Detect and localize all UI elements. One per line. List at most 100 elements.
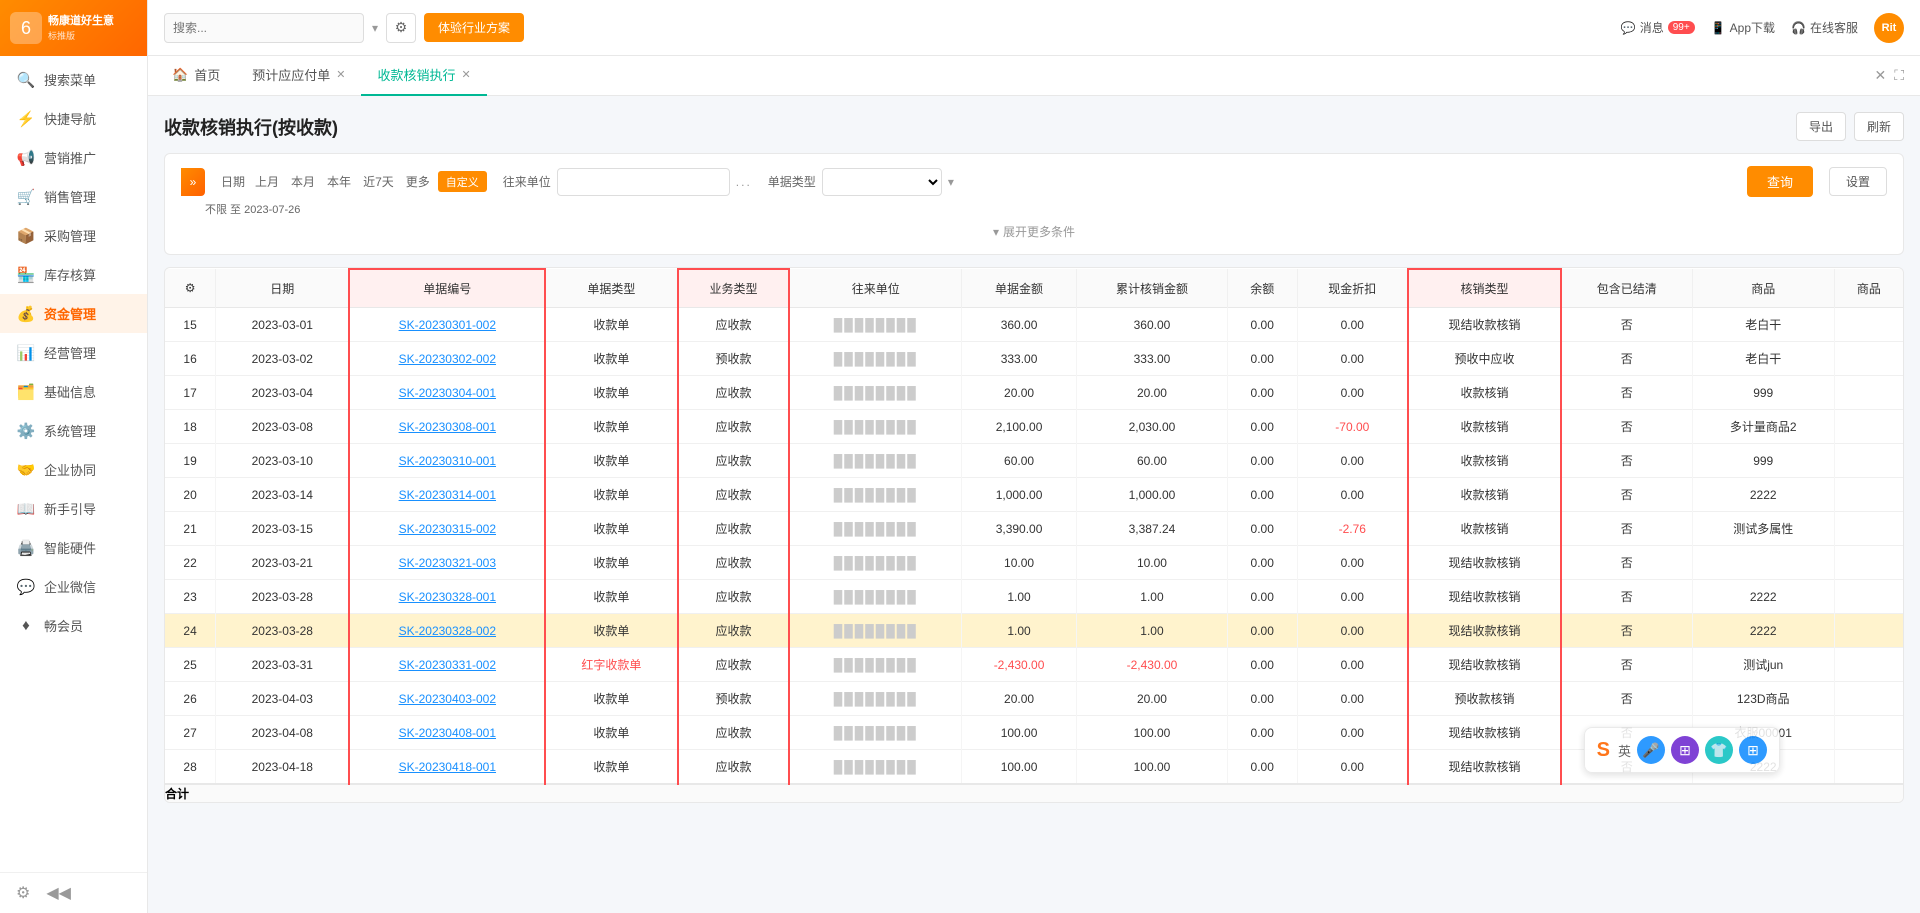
cell-include-settled: 否 xyxy=(1561,342,1692,376)
date-link-more[interactable]: 更多 xyxy=(402,171,434,192)
doc-no-link[interactable]: SK-20230328-002 xyxy=(399,624,496,638)
cell-doc-type: 收款单 xyxy=(545,546,677,580)
cell-amount: 20.00 xyxy=(962,376,1077,410)
query-button[interactable]: 查询 xyxy=(1747,166,1813,197)
sidebar-item-corp[interactable]: 🤝 企业协同 xyxy=(0,450,147,489)
cell-cancel-amount: 10.00 xyxy=(1076,546,1227,580)
cell-cash-discount: 0.00 xyxy=(1297,546,1408,580)
cell-amount: 1,000.00 xyxy=(962,478,1077,512)
date-link-7days[interactable]: 近7天 xyxy=(359,171,398,192)
sidebar-item-sales[interactable]: 🛒 销售管理 xyxy=(0,177,147,216)
setting-button[interactable]: 设置 xyxy=(1829,167,1887,196)
doc-no-link[interactable]: SK-20230315-002 xyxy=(399,522,496,536)
doc-no-link[interactable]: SK-20230310-001 xyxy=(399,454,496,468)
online-service-button[interactable]: 🎧 在线客服 xyxy=(1791,19,1858,36)
topbar-gear-button[interactable]: ⚙ xyxy=(386,13,416,43)
col-include-settled[interactable]: 包含已结清 xyxy=(1561,269,1692,308)
sidebar-item-operation[interactable]: 📊 经营管理 xyxy=(0,333,147,372)
tab-close-pending[interactable]: ✕ xyxy=(336,68,345,81)
sidebar-item-system[interactable]: ⚙️ 系统管理 xyxy=(0,411,147,450)
col-goods2[interactable]: 商品 xyxy=(1834,269,1903,308)
date-custom-button[interactable]: 自定义 xyxy=(438,171,487,192)
col-doc-no[interactable]: 单据编号 xyxy=(349,269,545,308)
topbar-search-input[interactable] xyxy=(164,13,364,43)
date-link-this-month[interactable]: 本月 xyxy=(287,171,319,192)
doc-no-link[interactable]: SK-20230331-002 xyxy=(399,658,496,672)
doctype-filter-select[interactable] xyxy=(822,168,942,196)
cell-doc-no: SK-20230310-001 xyxy=(349,444,545,478)
doc-no-link[interactable]: SK-20230314-001 xyxy=(399,488,496,502)
cell-seq: 19 xyxy=(165,444,216,478)
doc-no-link[interactable]: SK-20230302-002 xyxy=(399,352,496,366)
sidebar-item-finance[interactable]: 💰 资金管理 xyxy=(0,294,147,333)
tab-fullscreen-icon[interactable]: ⛶ xyxy=(1894,67,1904,84)
page-actions: 导出 刷新 xyxy=(1796,112,1904,141)
date-link-this-year[interactable]: 本年 xyxy=(323,171,355,192)
operation-icon: 📊 xyxy=(16,344,36,362)
sidebar-settings-icon[interactable]: ⚙ xyxy=(16,883,30,903)
filter-date-group: 日期 上月 本月 本年 近7天 更多 自定义 xyxy=(221,171,487,192)
partner-filter-label: 往来单位 xyxy=(503,173,551,190)
doc-no-link[interactable]: SK-20230304-001 xyxy=(399,386,496,400)
col-cancel-type[interactable]: 核销类型 xyxy=(1408,269,1561,308)
sidebar-item-quick[interactable]: ⚡ 快捷导航 xyxy=(0,99,147,138)
sidebar-item-search[interactable]: 🔍 搜索菜单 xyxy=(0,60,147,99)
sidebar-item-marketing[interactable]: 📢 营销推广 xyxy=(0,138,147,177)
sidebar-item-hardware[interactable]: 🖨️ 智能硬件 xyxy=(0,528,147,567)
sidebar-item-base[interactable]: 🗂️ 基础信息 xyxy=(0,372,147,411)
filter-toggle-button[interactable]: » xyxy=(181,168,205,196)
date-link-prev-month[interactable]: 上月 xyxy=(251,171,283,192)
doc-no-link[interactable]: SK-20230408-001 xyxy=(399,726,496,740)
doc-no-link[interactable]: SK-20230321-003 xyxy=(399,556,496,570)
doc-no-link[interactable]: SK-20230403-002 xyxy=(399,692,496,706)
tab-pending[interactable]: 预计应应付单 ✕ xyxy=(236,56,361,96)
cell-cash-discount: 0.00 xyxy=(1297,648,1408,682)
cell-partner: ████████ xyxy=(789,614,961,648)
sidebar-item-label: 采购管理 xyxy=(44,226,96,245)
cell-seq: 18 xyxy=(165,410,216,444)
doc-no-link[interactable]: SK-20230418-001 xyxy=(399,760,496,774)
tab-receivable[interactable]: 收款核销执行 ✕ xyxy=(361,56,486,96)
cell-partner: ████████ xyxy=(789,750,961,785)
col-goods[interactable]: 商品 xyxy=(1692,269,1834,308)
doc-no-link[interactable]: SK-20230308-001 xyxy=(399,420,496,434)
user-avatar[interactable]: Rit xyxy=(1874,13,1904,43)
footer-goods xyxy=(1692,784,1834,802)
export-button[interactable]: 导出 xyxy=(1796,112,1846,141)
col-cancel-amount[interactable]: 累计核销金额 xyxy=(1076,269,1227,308)
cell-goods: 多计量商品2 xyxy=(1692,410,1834,444)
tab-close-all-icon[interactable]: ✕ xyxy=(1874,67,1886,84)
col-partner[interactable]: 往来单位 xyxy=(789,269,961,308)
col-amount[interactable]: 单据金额 xyxy=(962,269,1077,308)
sidebar-item-wechat[interactable]: 💬 企业微信 xyxy=(0,567,147,606)
sidebar-item-purchase[interactable]: 📦 采购管理 xyxy=(0,216,147,255)
refresh-button[interactable]: 刷新 xyxy=(1854,112,1904,141)
sidebar-bottom: ⚙ ◀◀ xyxy=(0,872,147,913)
col-doc-type[interactable]: 单据类型 xyxy=(545,269,677,308)
sidebar-item-inventory[interactable]: 🏪 库存核算 xyxy=(0,255,147,294)
hardware-icon: 🖨️ xyxy=(16,539,36,557)
col-settings[interactable]: ⚙ xyxy=(165,269,216,308)
sidebar-item-guide[interactable]: 📖 新手引导 xyxy=(0,489,147,528)
cell-goods2 xyxy=(1834,580,1903,614)
col-balance[interactable]: 余额 xyxy=(1227,269,1297,308)
page-title: 收款核销执行(按收款) xyxy=(164,114,338,140)
expand-more-button[interactable]: ▾ 展开更多条件 xyxy=(993,223,1075,240)
app-download-button[interactable]: 📱 App下载 xyxy=(1711,19,1775,36)
sidebar-collapse-icon[interactable]: ◀◀ xyxy=(46,883,71,903)
doc-no-link[interactable]: SK-20230301-002 xyxy=(399,318,496,332)
industry-plan-button[interactable]: 体验行业方案 xyxy=(424,13,524,42)
cell-goods: 测试多属性 xyxy=(1692,512,1834,546)
message-button[interactable]: 💬 消息 99+ xyxy=(1621,19,1695,36)
cell-goods: 老白干 xyxy=(1692,308,1834,342)
col-date[interactable]: 日期 xyxy=(216,269,350,308)
partner-filter-input[interactable] xyxy=(557,168,730,196)
col-cash-discount[interactable]: 现金折扣 xyxy=(1297,269,1408,308)
table-row: 21 2023-03-15 SK-20230315-002 收款单 应收款 ██… xyxy=(165,512,1903,546)
doc-no-link[interactable]: SK-20230328-001 xyxy=(399,590,496,604)
cell-goods: 999 xyxy=(1692,376,1834,410)
tab-home[interactable]: 🏠 首页 xyxy=(156,56,236,96)
col-biz-type[interactable]: 业务类型 xyxy=(678,269,790,308)
sidebar-item-member[interactable]: ♦ 畅会员 xyxy=(0,606,147,645)
tab-close-receivable[interactable]: ✕ xyxy=(461,68,470,81)
